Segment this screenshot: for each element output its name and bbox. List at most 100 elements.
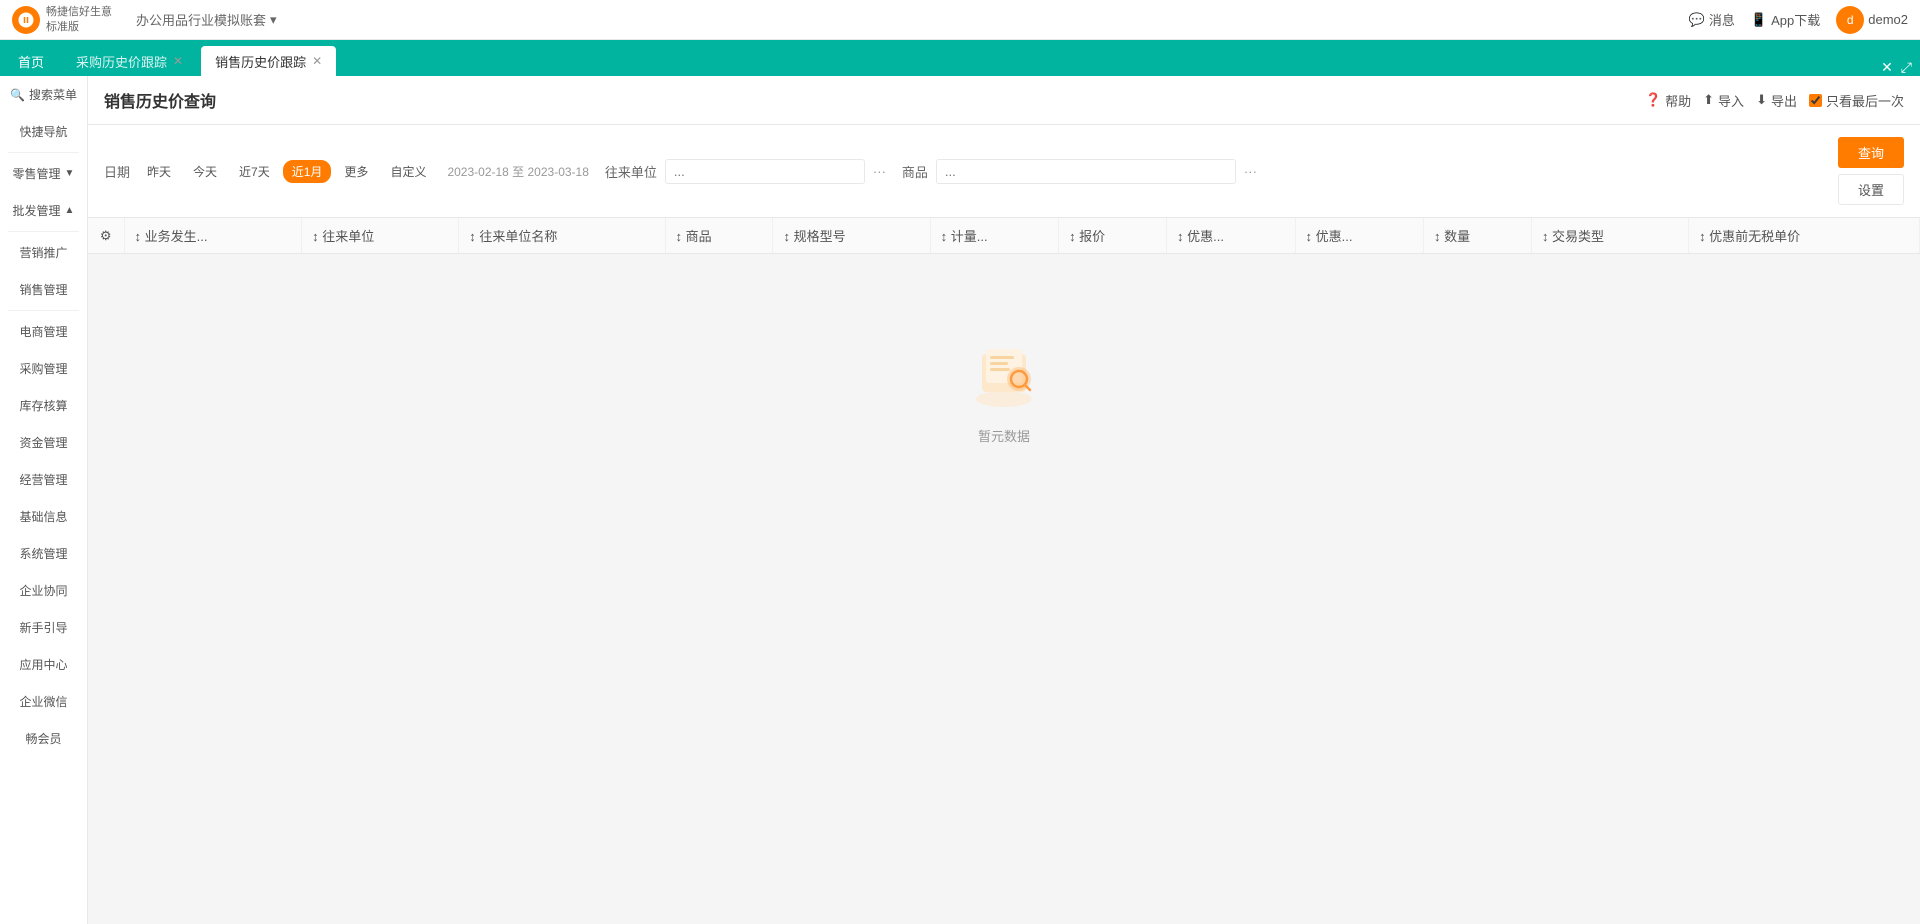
col-quote[interactable]: ↕ 报价 — [1059, 218, 1167, 254]
col-quote-sort: ↕ — [1069, 229, 1076, 244]
user-menu[interactable]: d demo2 — [1836, 6, 1908, 34]
content-area: 销售历史价查询 ❓ 帮助 ⬆ 导入 ⬇ 导出 只看最后一次 — [88, 76, 1920, 924]
app-download-button[interactable]: 📱 App下载 — [1751, 10, 1820, 29]
last-only-checkbox[interactable] — [1809, 94, 1822, 107]
date-range-display: 2023-02-18 至 2023-03-18 — [447, 163, 588, 180]
date-pill-1month[interactable]: 近1月 — [283, 160, 332, 183]
avatar: d — [1836, 6, 1864, 34]
search-icon: 🔍 — [10, 88, 25, 102]
message-icon: 💬 — [1689, 12, 1705, 28]
partner-input[interactable] — [665, 159, 865, 184]
col-discount1[interactable]: ↕ 优惠... — [1167, 218, 1295, 254]
col-pricenotax-sort: ↕ — [1699, 229, 1706, 244]
table-container: ⚙ ↕ 业务发生... ↕ 往来单位 ↕ 往来单位名称 — [88, 218, 1920, 254]
sidebar-item-retail[interactable]: 零售管理 ▼ — [0, 155, 87, 192]
export-button[interactable]: ⬇ 导出 — [1756, 91, 1797, 110]
empty-illustration — [964, 334, 1044, 414]
message-button[interactable]: 💬 消息 — [1689, 10, 1735, 29]
logo-area: 畅捷信好生意 标准版 — [12, 5, 112, 34]
col-spec[interactable]: ↕ 规格型号 — [773, 218, 930, 254]
tab-purchase[interactable]: 采购历史价跟踪 ✕ — [62, 46, 197, 76]
sidebar-item-purchase[interactable]: 采购管理 — [0, 350, 87, 387]
product-input[interactable] — [936, 159, 1236, 184]
sidebar-item-enterprise[interactable]: 企业协同 — [0, 572, 87, 609]
import-icon: ⬆ — [1703, 92, 1714, 108]
col-trade-type[interactable]: ↕ 交易类型 — [1531, 218, 1688, 254]
date-pills: 昨天 今天 近7天 近1月 更多 自定义 — [138, 160, 435, 183]
sidebar-item-ecommerce[interactable]: 电商管理 — [0, 313, 87, 350]
company-select[interactable]: 办公用品行业模拟账套 ▾ — [136, 10, 277, 29]
phone-icon: 📱 — [1751, 12, 1767, 28]
wholesale-arrow: ▲ — [65, 205, 75, 216]
col-product[interactable]: ↕ 商品 — [665, 218, 773, 254]
col-partnername-sort: ↕ — [469, 229, 476, 244]
filter-bar: 日期 昨天 今天 近7天 近1月 更多 自定义 2023-02-18 至 202… — [88, 125, 1920, 218]
logo-text: 畅捷信好生意 标准版 — [46, 5, 112, 34]
sidebar-divider-1 — [8, 152, 79, 153]
col-qty[interactable]: ↕ 数量 — [1423, 218, 1531, 254]
export-icon: ⬇ — [1756, 92, 1767, 108]
sidebar-item-sales-mgmt[interactable]: 销售管理 — [0, 271, 87, 308]
page-title: 销售历史价查询 — [104, 88, 216, 124]
sidebar-item-guide[interactable]: 新手引导 — [0, 609, 87, 646]
page-header: 销售历史价查询 ❓ 帮助 ⬆ 导入 ⬇ 导出 只看最后一次 — [88, 76, 1920, 125]
sidebar-item-inventory[interactable]: 库存核算 — [0, 387, 87, 424]
tab-sales[interactable]: 销售历史价跟踪 ✕ — [201, 46, 336, 76]
col-tradetype-sort: ↕ — [1542, 229, 1549, 244]
sidebar-item-system[interactable]: 系统管理 — [0, 535, 87, 572]
date-label: 日期 — [104, 162, 130, 181]
sidebar-divider-2 — [8, 231, 79, 232]
sidebar-item-wechat[interactable]: 企业微信 — [0, 683, 87, 720]
product-label: 商品 — [902, 162, 928, 181]
retail-arrow: ▼ — [65, 168, 75, 179]
col-settings[interactable]: ⚙ — [88, 218, 124, 254]
product-filter-group: 商品 ··· — [902, 159, 1257, 184]
help-icon: ❓ — [1645, 92, 1661, 108]
date-pill-today[interactable]: 今天 — [184, 160, 226, 183]
top-bar-right: 💬 消息 📱 App下载 d demo2 — [1689, 6, 1908, 34]
col-price-notax[interactable]: ↕ 优惠前无税单价 — [1689, 218, 1920, 254]
sidebar-item-operations[interactable]: 经营管理 — [0, 461, 87, 498]
settings-icon[interactable]: ⚙ — [100, 228, 112, 243]
dropdown-icon: ▾ — [270, 12, 277, 28]
sidebar-item-finance[interactable]: 资金管理 — [0, 424, 87, 461]
col-partner[interactable]: ↕ 往来单位 — [302, 218, 459, 254]
col-partner-sort: ↕ — [312, 229, 319, 244]
close-window-icon[interactable]: ✕ — [1881, 59, 1893, 76]
col-partner-name[interactable]: ↕ 往来单位名称 — [459, 218, 665, 254]
sidebar: 🔍 搜索菜单 快捷导航 零售管理 ▼ 批发管理 ▲ 营销推广 销售管理 电商管理… — [0, 76, 88, 924]
logo-icon — [12, 6, 40, 34]
col-discount2[interactable]: ↕ 优惠... — [1295, 218, 1423, 254]
date-pill-more[interactable]: 更多 — [335, 160, 377, 183]
sidebar-item-wholesale[interactable]: 批发管理 ▲ — [0, 192, 87, 229]
last-only-checkbox-label[interactable]: 只看最后一次 — [1809, 91, 1904, 110]
sidebar-item-marketing[interactable]: 营销推广 — [0, 234, 87, 271]
date-pill-yesterday[interactable]: 昨天 — [138, 160, 180, 183]
help-button[interactable]: ❓ 帮助 — [1645, 91, 1691, 110]
tab-home[interactable]: 首页 — [4, 46, 58, 76]
close-purchase-tab[interactable]: ✕ — [173, 54, 183, 68]
product-more-icon[interactable]: ··· — [1244, 164, 1257, 179]
date-pill-7days[interactable]: 近7天 — [230, 160, 279, 183]
col-bizdate[interactable]: ↕ 业务发生... — [124, 218, 302, 254]
col-unit[interactable]: ↕ 计量... — [930, 218, 1058, 254]
setting-button[interactable]: 设置 — [1838, 174, 1904, 205]
partner-label: 往来单位 — [605, 162, 657, 181]
top-bar: 畅捷信好生意 标准版 办公用品行业模拟账套 ▾ 💬 消息 📱 App下载 d d… — [0, 0, 1920, 40]
sidebar-item-search[interactable]: 🔍 搜索菜单 — [0, 76, 87, 113]
partner-filter-group: 往来单位 ··· — [605, 159, 886, 184]
sidebar-item-apps[interactable]: 应用中心 — [0, 646, 87, 683]
main-layout: 🔍 搜索菜单 快捷导航 零售管理 ▼ 批发管理 ▲ 营销推广 销售管理 电商管理… — [0, 76, 1920, 924]
col-bizdate-sort: ↕ — [135, 229, 142, 244]
sidebar-item-quick[interactable]: 快捷导航 — [0, 113, 87, 150]
company-name: 办公用品行业模拟账套 — [136, 10, 266, 29]
close-sales-tab[interactable]: ✕ — [312, 54, 322, 68]
sidebar-item-basic[interactable]: 基础信息 — [0, 498, 87, 535]
date-pill-custom[interactable]: 自定义 — [381, 160, 435, 183]
import-button[interactable]: ⬆ 导入 — [1703, 91, 1744, 110]
query-button[interactable]: 查询 — [1838, 137, 1904, 168]
partner-more-icon[interactable]: ··· — [873, 164, 886, 179]
maximize-window-icon[interactable]: ⤢ — [1901, 59, 1912, 76]
sidebar-item-vip[interactable]: 畅会员 — [0, 720, 87, 757]
filter-right-actions: 查询 设置 — [1838, 137, 1904, 205]
